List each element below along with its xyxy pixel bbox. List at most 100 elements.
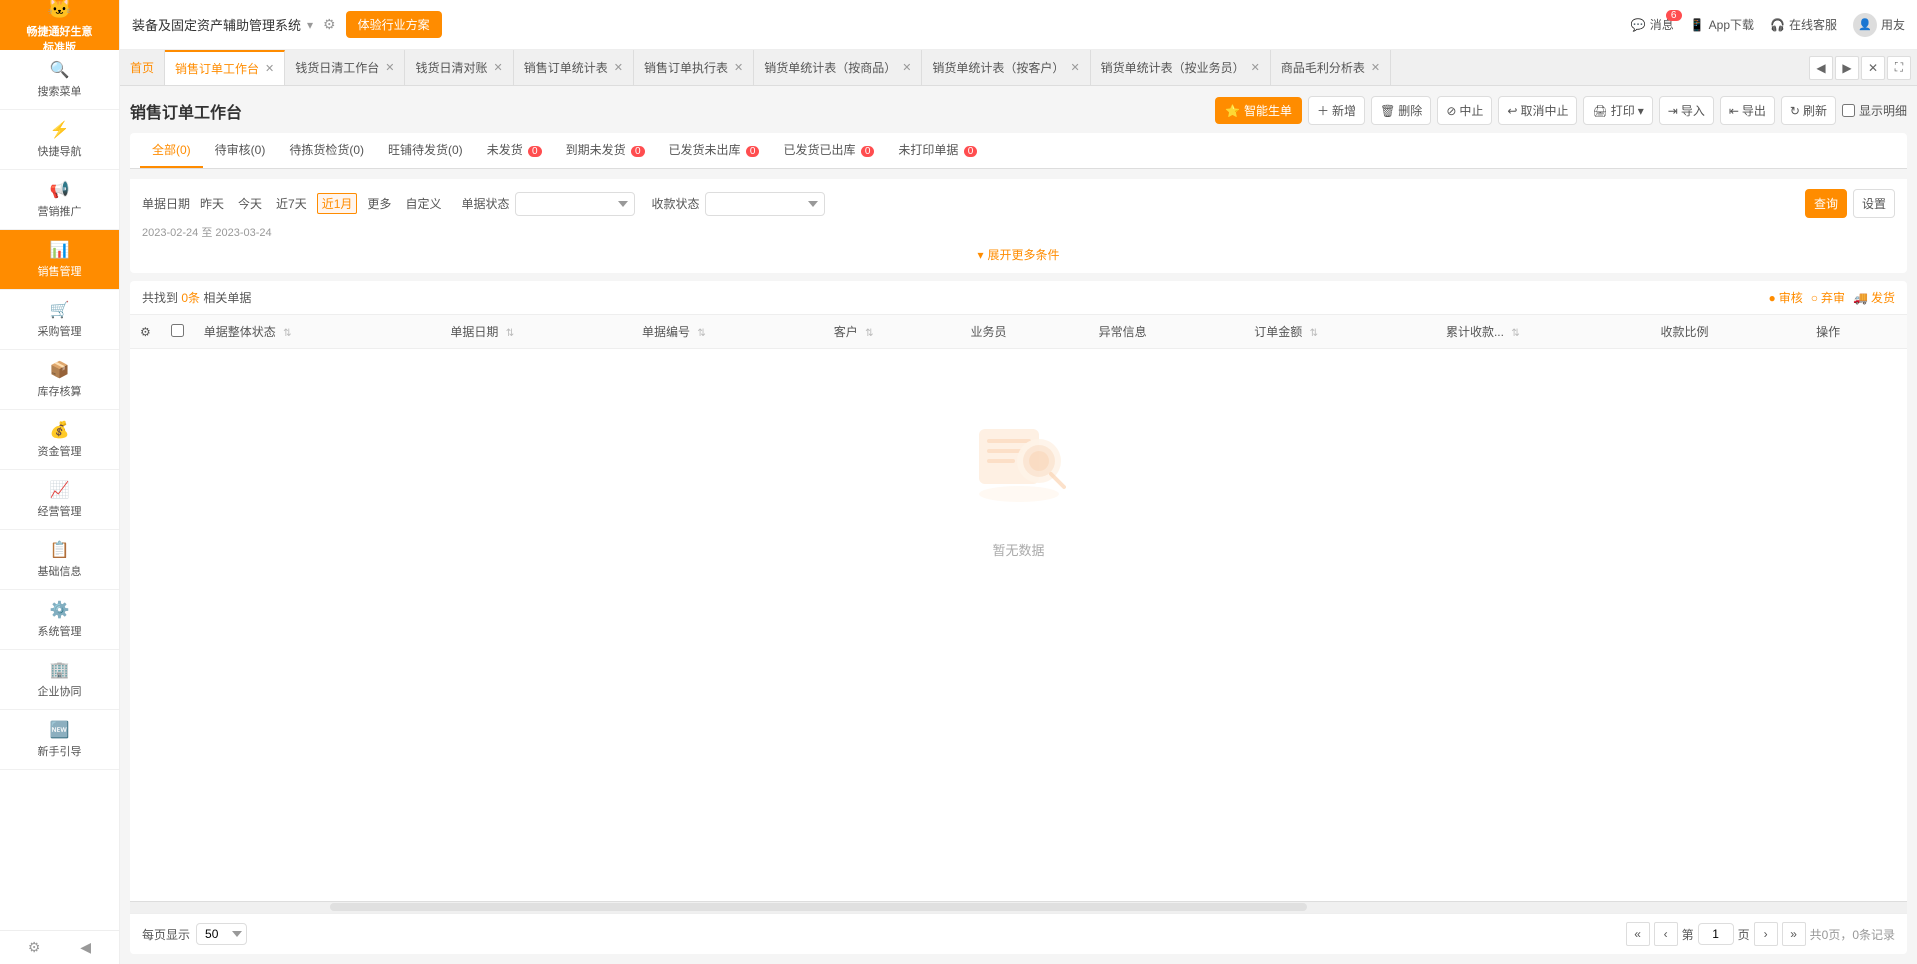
sidebar-item-system[interactable]: ⚙️ 系统管理: [0, 590, 119, 650]
tab-sales-sum-product[interactable]: 销货单统计表（按商品） ✕: [754, 50, 922, 86]
last-page-btn[interactable]: »: [1782, 922, 1806, 946]
refresh-button[interactable]: ↻ 刷新: [1781, 96, 1836, 125]
sidebar-item-enterprise[interactable]: 🏢 企业协同: [0, 650, 119, 710]
tab-sales-sum-product-close[interactable]: ✕: [902, 61, 911, 74]
sidebar-item-search[interactable]: 🔍 搜索菜单: [0, 50, 119, 110]
ship-btn[interactable]: 🚚 发货: [1853, 289, 1895, 306]
sub-tab-shipped-not-out[interactable]: 已发货未出库 0: [657, 133, 772, 168]
tab-next-btn[interactable]: ▶: [1835, 56, 1859, 80]
page-input[interactable]: [1698, 923, 1734, 945]
settings-filter-button[interactable]: 设置: [1853, 189, 1895, 218]
select-all-checkbox[interactable]: [171, 324, 184, 337]
sidebar-item-inventory[interactable]: 📦 库存核算: [0, 350, 119, 410]
tab-sales-sum-customer-close[interactable]: ✕: [1070, 61, 1079, 74]
table-scroll[interactable]: ⚙ 单据整体状态 ⇅ 单据日期 ⇅: [130, 315, 1907, 901]
app-download-btn[interactable]: 📱 App下载: [1690, 16, 1754, 33]
tab-cash-daily[interactable]: 钱货日清工作台 ✕: [285, 50, 405, 86]
sub-tab-expired[interactable]: 到期未发货 0: [554, 133, 657, 168]
first-page-btn[interactable]: «: [1626, 922, 1650, 946]
col-settings-icon[interactable]: ⚙: [140, 325, 151, 339]
result-prefix: 共找到: [142, 291, 178, 305]
sort-status-icon[interactable]: ⇅: [283, 328, 291, 339]
stop-button[interactable]: ⊘ 中止: [1437, 96, 1492, 125]
date-today[interactable]: 今天: [234, 193, 266, 214]
sub-tab-all[interactable]: 全部(0): [140, 133, 203, 168]
prev-page-btn[interactable]: ‹: [1654, 922, 1678, 946]
sort-collected-icon[interactable]: ⇅: [1511, 328, 1519, 339]
scrollbar-track[interactable]: [330, 903, 1307, 911]
online-service-label: 在线客服: [1789, 16, 1837, 33]
smart-icon: ⭐: [1225, 104, 1240, 118]
date-custom[interactable]: 自定义: [401, 193, 445, 214]
sub-tab-pending-inspection[interactable]: 待拣货检货(0): [277, 133, 376, 168]
sort-number-icon[interactable]: ⇅: [697, 328, 705, 339]
export-button[interactable]: ⇤ 导出: [1720, 96, 1775, 125]
sidebar-item-purchase[interactable]: 🛒 采购管理: [0, 290, 119, 350]
payment-filter-label: 收款状态: [651, 195, 699, 212]
query-button[interactable]: 查询: [1805, 189, 1847, 218]
show-detail-checkbox-label[interactable]: 显示明细: [1842, 102, 1907, 119]
sub-tab-shipped-out[interactable]: 已发货已出库 0: [771, 133, 886, 168]
sidebar-label-operation: 经营管理: [38, 503, 82, 519]
sidebar-item-marketing[interactable]: 📢 营销推广: [0, 170, 119, 230]
date-yesterday[interactable]: 昨天: [196, 193, 228, 214]
sidebar-item-basic[interactable]: 📋 基础信息: [0, 530, 119, 590]
sort-amount-icon[interactable]: ⇅: [1310, 328, 1318, 339]
status-select[interactable]: [515, 192, 635, 216]
print-button[interactable]: 🖨 打印 ▾: [1583, 96, 1652, 125]
settings-bottom-btn[interactable]: ⚙: [28, 939, 41, 956]
tab-home[interactable]: 首页: [120, 50, 165, 86]
sidebar-item-sales[interactable]: 📊 销售管理: [0, 230, 119, 290]
sort-customer-icon[interactable]: ⇅: [865, 328, 873, 339]
delete-button[interactable]: 🗑 删除: [1371, 96, 1431, 125]
audit-btn[interactable]: ● 审核: [1769, 289, 1803, 306]
tab-close-all-btn[interactable]: ✕: [1861, 56, 1885, 80]
payment-select[interactable]: [705, 192, 825, 216]
date-last1m[interactable]: 近1月: [317, 193, 358, 214]
tab-sales-sum-customer[interactable]: 销货单统计表（按客户） ✕: [922, 50, 1090, 86]
sidebar-item-guide[interactable]: 🆕 新手引导: [0, 710, 119, 770]
enterprise-icon: 🏢: [50, 660, 70, 680]
tab-fullscreen-btn[interactable]: ⛶: [1887, 56, 1911, 80]
date-last7[interactable]: 近7天: [272, 193, 311, 214]
tab-sales-sum-staff[interactable]: 销货单统计表（按业务员） ✕: [1091, 50, 1271, 86]
tab-cash-reconcile[interactable]: 钱货日清对账 ✕: [405, 50, 513, 86]
tab-sales-exec-close[interactable]: ✕: [734, 61, 743, 74]
tab-sales-order-close[interactable]: ✕: [265, 62, 274, 75]
tab-sales-order[interactable]: 销售订单工作台 ✕: [165, 50, 285, 86]
scrollbar-area[interactable]: [130, 901, 1907, 913]
sidebar-item-operation[interactable]: 📈 经营管理: [0, 470, 119, 530]
sub-tab-not-printed[interactable]: 未打印单据 0: [886, 133, 989, 168]
tab-prev-btn[interactable]: ◀: [1809, 56, 1833, 80]
message-btn[interactable]: 💬 消息 6: [1631, 16, 1674, 33]
tab-product-margin[interactable]: 商品毛利分析表 ✕: [1271, 50, 1391, 86]
tab-sales-stat-close[interactable]: ✕: [614, 61, 623, 74]
sub-tab-not-shipped[interactable]: 未发货 0: [475, 133, 554, 168]
tab-sales-exec[interactable]: 销售订单执行表 ✕: [634, 50, 754, 86]
import-button[interactable]: ⇥ 导入: [1659, 96, 1714, 125]
sort-date-icon[interactable]: ⇅: [506, 328, 514, 339]
collapse-btn[interactable]: ◀: [80, 939, 91, 956]
tab-sales-stat[interactable]: 销售订单统计表 ✕: [514, 50, 634, 86]
date-more[interactable]: 更多: [363, 193, 395, 214]
user-info[interactable]: 👤 用友: [1853, 13, 1905, 37]
next-page-btn[interactable]: ›: [1754, 922, 1778, 946]
page-size-select[interactable]: 50 20 100: [196, 923, 247, 945]
sidebar-item-quick-nav[interactable]: ⚡ 快捷导航: [0, 110, 119, 170]
add-button[interactable]: ＋ 新增: [1308, 96, 1365, 125]
tab-cash-reconcile-close[interactable]: ✕: [494, 61, 503, 74]
sub-tab-wangpu[interactable]: 旺铺待发货(0): [376, 133, 475, 168]
sub-tab-pending-review[interactable]: 待审核(0): [203, 133, 278, 168]
tab-sales-sum-staff-close[interactable]: ✕: [1251, 61, 1260, 74]
smart-generate-button[interactable]: ⭐ 智能生单: [1215, 97, 1302, 124]
online-service-btn[interactable]: 🎧 在线客服: [1770, 16, 1837, 33]
sidebar-item-finance[interactable]: 💰 资金管理: [0, 410, 119, 470]
show-detail-checkbox[interactable]: [1842, 104, 1855, 117]
gear-button[interactable]: ⚙: [323, 16, 336, 33]
expand-more-btn[interactable]: ▾ 展开更多条件: [142, 246, 1895, 263]
experience-button[interactable]: 体验行业方案: [346, 11, 442, 38]
tab-cash-daily-close[interactable]: ✕: [385, 61, 394, 74]
tab-product-margin-close[interactable]: ✕: [1371, 61, 1380, 74]
cancel-audit-btn[interactable]: ○ 弃审: [1811, 289, 1845, 306]
cancel-stop-button[interactable]: ↩ 取消中止: [1498, 96, 1577, 125]
